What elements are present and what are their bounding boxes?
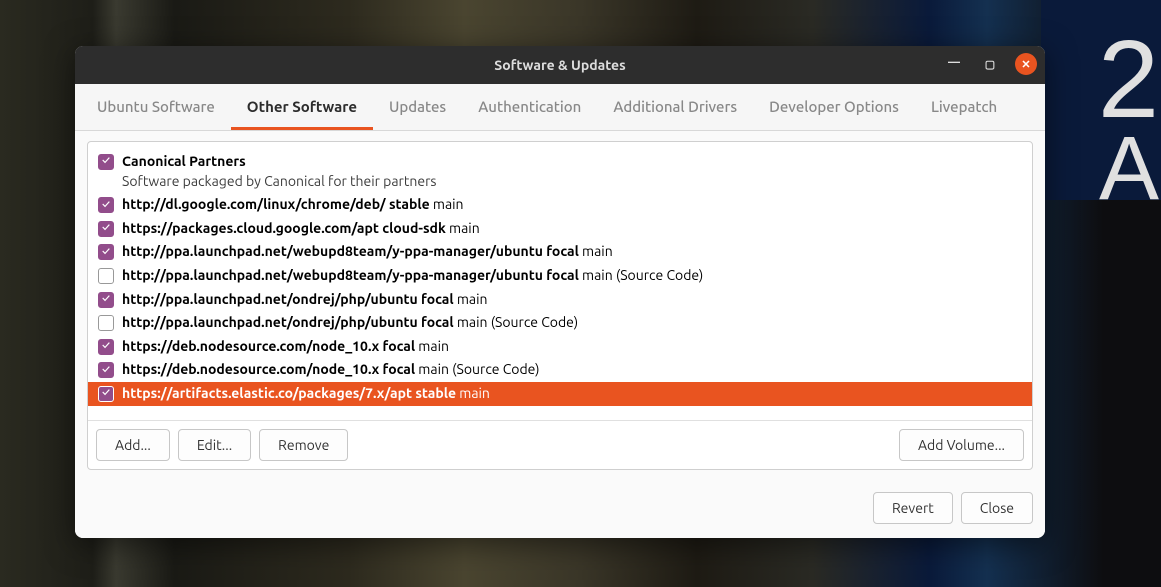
source-row[interactable]: http://ppa.launchpad.net/webupd8team/y-p…	[88, 264, 1032, 288]
window-controls	[943, 53, 1037, 75]
tab-bar: Ubuntu SoftwareOther SoftwareUpdatesAuth…	[75, 84, 1045, 131]
window-title: Software & Updates	[494, 57, 625, 73]
tab-ubuntu-software[interactable]: Ubuntu Software	[81, 84, 231, 130]
source-row[interactable]: https://artifacts.elastic.co/packages/7.…	[88, 382, 1032, 406]
source-row[interactable]: http://ppa.launchpad.net/ondrej/php/ubun…	[88, 288, 1032, 312]
tab-livepatch[interactable]: Livepatch	[915, 84, 1013, 130]
source-label: https://deb.nodesource.com/node_10.x foc…	[122, 360, 540, 380]
add-volume-button[interactable]: Add Volume...	[899, 429, 1024, 461]
minimize-button[interactable]	[943, 53, 965, 75]
source-label: http://ppa.launchpad.net/webupd8team/y-p…	[122, 266, 703, 286]
dialog-actions: Revert Close	[75, 482, 1045, 538]
tab-updates[interactable]: Updates	[373, 84, 462, 130]
source-label: https://packages.cloud.google.com/apt cl…	[122, 219, 480, 239]
source-row[interactable]: https://deb.nodesource.com/node_10.x foc…	[88, 335, 1032, 359]
source-label: https://artifacts.elastic.co/packages/7.…	[122, 384, 490, 404]
source-checkbox[interactable]	[98, 339, 114, 355]
source-label: http://dl.google.com/linux/chrome/deb/ s…	[122, 195, 464, 215]
source-label: http://ppa.launchpad.net/ondrej/php/ubun…	[122, 290, 488, 310]
source-label: Canonical PartnersSoftware packaged by C…	[122, 152, 436, 191]
tab-other-software[interactable]: Other Software	[231, 84, 373, 130]
source-row[interactable]: Canonical PartnersSoftware packaged by C…	[88, 150, 1032, 193]
source-row[interactable]: http://dl.google.com/linux/chrome/deb/ s…	[88, 193, 1032, 217]
source-label: http://ppa.launchpad.net/webupd8team/y-p…	[122, 242, 613, 262]
source-checkbox[interactable]	[98, 268, 114, 284]
tab-developer-options[interactable]: Developer Options	[753, 84, 915, 130]
source-row[interactable]: https://deb.nodesource.com/node_10.x foc…	[88, 358, 1032, 382]
source-checkbox[interactable]	[98, 292, 114, 308]
sources-frame: Canonical PartnersSoftware packaged by C…	[87, 141, 1033, 470]
source-row[interactable]: http://ppa.launchpad.net/ondrej/php/ubun…	[88, 311, 1032, 335]
source-label: http://ppa.launchpad.net/ondrej/php/ubun…	[122, 313, 578, 333]
source-checkbox[interactable]	[98, 244, 114, 260]
tab-additional-drivers[interactable]: Additional Drivers	[597, 84, 753, 130]
source-row[interactable]: http://ppa.launchpad.net/webupd8team/y-p…	[88, 240, 1032, 264]
source-checkbox[interactable]	[98, 362, 114, 378]
source-row[interactable]: https://packages.cloud.google.com/apt cl…	[88, 217, 1032, 241]
add-button[interactable]: Add...	[96, 429, 170, 461]
source-label: https://deb.nodesource.com/node_10.x foc…	[122, 337, 449, 357]
titlebar: Software & Updates	[75, 46, 1045, 84]
source-checkbox[interactable]	[98, 315, 114, 331]
revert-button[interactable]: Revert	[873, 492, 953, 524]
close-button[interactable]: Close	[961, 492, 1033, 524]
close-window-button[interactable]	[1015, 53, 1037, 75]
maximize-button[interactable]	[979, 53, 1001, 75]
sources-list[interactable]: Canonical PartnersSoftware packaged by C…	[88, 142, 1032, 420]
list-actions: Add... Edit... Remove Add Volume...	[88, 420, 1032, 469]
software-updates-window: Software & Updates Ubuntu SoftwareOther …	[75, 46, 1045, 538]
source-checkbox[interactable]	[98, 386, 114, 402]
tab-authentication[interactable]: Authentication	[462, 84, 597, 130]
source-checkbox[interactable]	[98, 154, 114, 170]
edit-button[interactable]: Edit...	[178, 429, 251, 461]
content-area: Canonical PartnersSoftware packaged by C…	[75, 131, 1045, 482]
source-checkbox[interactable]	[98, 197, 114, 213]
source-checkbox[interactable]	[98, 221, 114, 237]
remove-button[interactable]: Remove	[259, 429, 348, 461]
